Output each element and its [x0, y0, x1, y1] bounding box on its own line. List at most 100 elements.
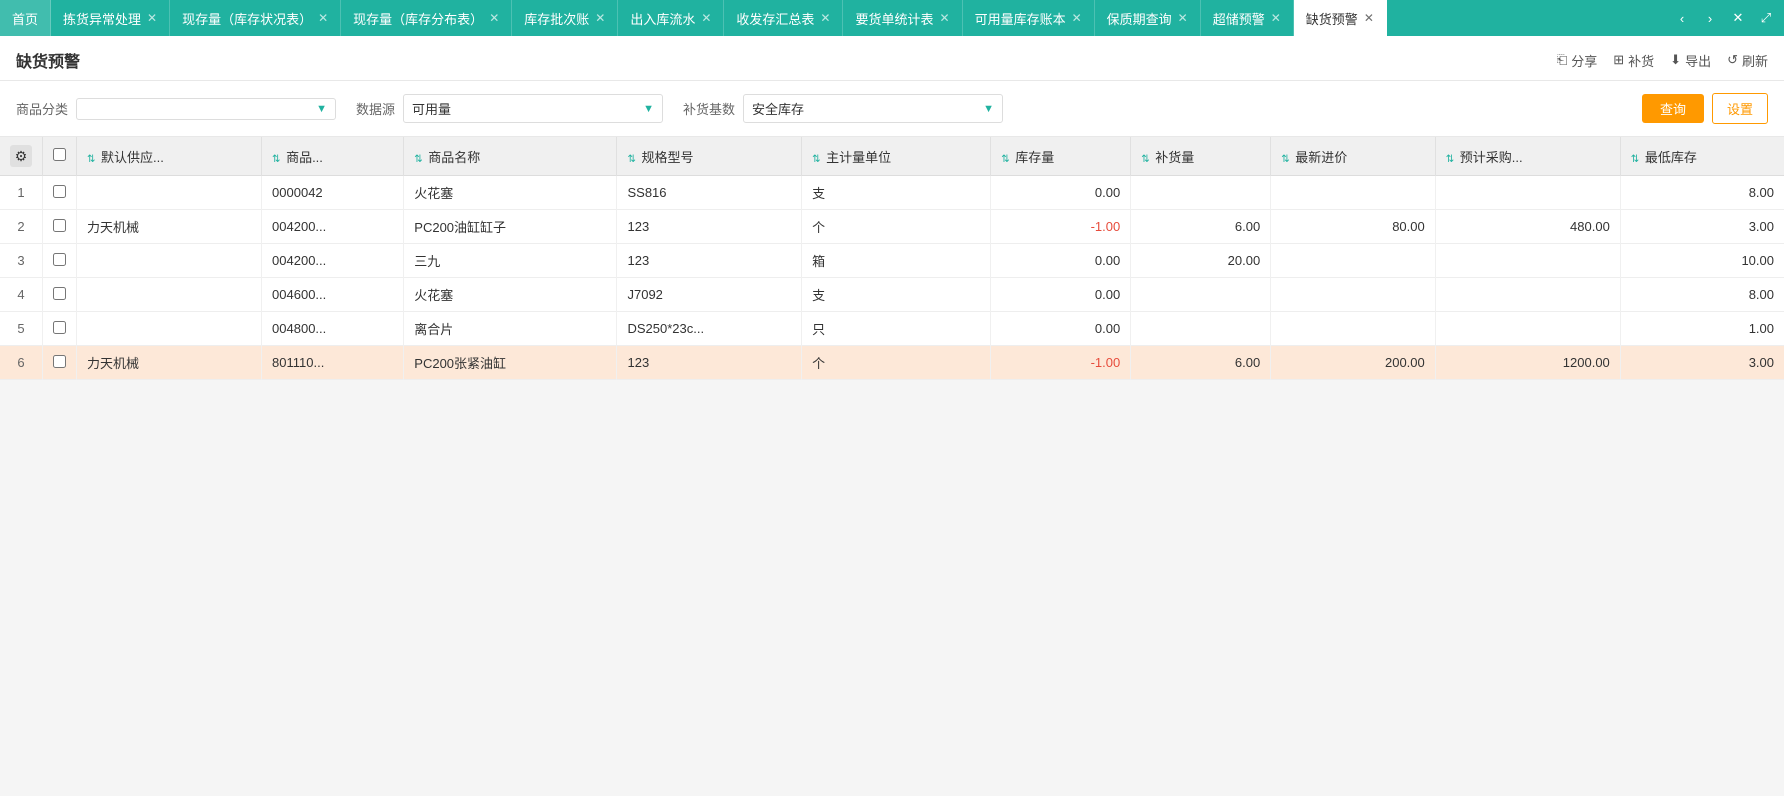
- row-checkbox-cell[interactable]: [43, 278, 77, 312]
- export-button[interactable]: ⬇ 导出: [1670, 51, 1711, 70]
- cell-latest-price: [1271, 244, 1436, 278]
- tab-defect-handling[interactable]: 拣货异常处理 ✕: [51, 0, 170, 36]
- select-all-checkbox[interactable]: [53, 148, 66, 161]
- cell-est-purchase: 480.00: [1435, 210, 1620, 244]
- tab-home[interactable]: 首页: [0, 0, 51, 36]
- row-checkbox-cell[interactable]: [43, 346, 77, 380]
- replenish-base-value: 安全库存: [752, 99, 804, 118]
- row-checkbox[interactable]: [53, 321, 66, 334]
- column-stock-qty[interactable]: ⇅ 库存量: [991, 137, 1131, 176]
- close-icon[interactable]: ✕: [147, 11, 157, 25]
- table-row: 6 力天机械 801110... PC200张紧油缸 123 个 -1.00 6…: [0, 346, 1784, 380]
- cell-stock-qty: 0.00: [991, 244, 1131, 278]
- cell-min-stock: 10.00: [1620, 244, 1784, 278]
- cell-product-name: 离合片: [404, 312, 617, 346]
- cell-latest-price: [1271, 176, 1436, 210]
- cell-spec-model: DS250*23c...: [617, 312, 802, 346]
- close-icon[interactable]: ✕: [595, 11, 605, 25]
- cell-replenish-qty: [1131, 176, 1271, 210]
- row-checkbox-cell[interactable]: [43, 312, 77, 346]
- table-row: 3 004200... 三九 123 箱 0.00 20.00 10.00: [0, 244, 1784, 278]
- sort-icon: ⇅: [414, 154, 422, 165]
- table-header-row: ⚙ ⇅ 默认供应... ⇅ 商品... ⇅ 商品名称: [0, 137, 1784, 176]
- tab-inout-flow[interactable]: 出入库流水 ✕: [618, 0, 724, 36]
- export-icon: ⬇: [1670, 52, 1681, 68]
- tab-expiry-query[interactable]: 保质期查询 ✕: [1095, 0, 1201, 36]
- close-icon[interactable]: ✕: [940, 11, 950, 25]
- row-checkbox[interactable]: [53, 287, 66, 300]
- gear-icon[interactable]: ⚙: [10, 145, 32, 167]
- close-icon[interactable]: ✕: [1364, 11, 1374, 25]
- tab-inventory-dist[interactable]: 现存量（库存分布表） ✕: [341, 0, 512, 36]
- datasource-value: 可用量: [412, 99, 451, 118]
- column-default-supplier[interactable]: ⇅ 默认供应...: [77, 137, 262, 176]
- row-checkbox[interactable]: [53, 219, 66, 232]
- close-icon[interactable]: ✕: [820, 11, 830, 25]
- close-icon[interactable]: ✕: [318, 11, 328, 25]
- sort-icon: ⇅: [812, 154, 820, 165]
- category-select[interactable]: ▼: [76, 98, 336, 120]
- column-settings[interactable]: ⚙: [0, 137, 43, 176]
- tab-next-button[interactable]: ›: [1696, 4, 1724, 32]
- cell-replenish-qty: [1131, 278, 1271, 312]
- tab-batch-account[interactable]: 库存批次账 ✕: [512, 0, 618, 36]
- row-checkbox[interactable]: [53, 355, 66, 368]
- column-est-purchase[interactable]: ⇅ 预计采购...: [1435, 137, 1620, 176]
- tab-inventory-status[interactable]: 现存量（库存状况表） ✕: [170, 0, 341, 36]
- close-icon[interactable]: ✕: [701, 11, 711, 25]
- cell-default-supplier: [77, 278, 262, 312]
- tab-prev-button[interactable]: ‹: [1668, 4, 1696, 32]
- row-number: 1: [0, 176, 43, 210]
- replenish-button[interactable]: ⊞ 补货: [1613, 51, 1654, 70]
- data-table: ⚙ ⇅ 默认供应... ⇅ 商品... ⇅ 商品名称: [0, 137, 1784, 380]
- chevron-down-icon: ▼: [316, 103, 327, 115]
- cell-product-code: 004200...: [262, 244, 404, 278]
- column-product-name[interactable]: ⇅ 商品名称: [404, 137, 617, 176]
- tab-close-button[interactable]: ✕: [1724, 4, 1752, 32]
- column-product-code[interactable]: ⇅ 商品...: [262, 137, 404, 176]
- close-icon[interactable]: ✕: [1072, 11, 1082, 25]
- datasource-select[interactable]: 可用量 ▼: [403, 94, 663, 123]
- tab-expand-button[interactable]: ⤢: [1752, 4, 1780, 32]
- cell-stock-qty: 0.00: [991, 176, 1131, 210]
- tab-recv-send-summary[interactable]: 收发存汇总表 ✕: [724, 0, 843, 36]
- cell-unit: 个: [802, 346, 991, 380]
- share-button[interactable]: ⎗ 分享: [1557, 51, 1597, 70]
- tab-controls: ‹ › ✕ ⤢: [1668, 4, 1784, 32]
- cell-product-code: 0000042: [262, 176, 404, 210]
- column-checkbox[interactable]: [43, 137, 77, 176]
- column-unit[interactable]: ⇅ 主计量单位: [802, 137, 991, 176]
- cell-product-name: 火花塞: [404, 278, 617, 312]
- table-row: 2 力天机械 004200... PC200油缸缸子 123 个 -1.00 6…: [0, 210, 1784, 244]
- sort-icon: ⇅: [1001, 154, 1009, 165]
- row-checkbox-cell[interactable]: [43, 244, 77, 278]
- close-icon[interactable]: ✕: [489, 11, 499, 25]
- row-checkbox[interactable]: [53, 253, 66, 266]
- cell-default-supplier: 力天机械: [77, 346, 262, 380]
- cell-latest-price: [1271, 278, 1436, 312]
- close-icon[interactable]: ✕: [1178, 11, 1188, 25]
- query-button[interactable]: 查询: [1642, 94, 1704, 123]
- close-icon[interactable]: ✕: [1271, 11, 1281, 25]
- refresh-button[interactable]: ↺ 刷新: [1727, 51, 1768, 70]
- row-checkbox-cell[interactable]: [43, 176, 77, 210]
- tab-overstock-warning[interactable]: 超储预警 ✕: [1201, 0, 1294, 36]
- row-checkbox[interactable]: [53, 185, 66, 198]
- cell-replenish-qty: [1131, 312, 1271, 346]
- tab-avail-ledger[interactable]: 可用量库存账本 ✕: [963, 0, 1095, 36]
- cell-default-supplier: [77, 312, 262, 346]
- replenish-base-select[interactable]: 安全库存 ▼: [743, 94, 1003, 123]
- row-checkbox-cell[interactable]: [43, 210, 77, 244]
- tab-shortage-warning[interactable]: 缺货预警 ✕: [1294, 0, 1387, 36]
- column-spec-model[interactable]: ⇅ 规格型号: [617, 137, 802, 176]
- column-replenish-qty[interactable]: ⇅ 补货量: [1131, 137, 1271, 176]
- replenish-base-filter-group: 补货基数 安全库存 ▼: [683, 94, 1003, 123]
- tab-order-stats[interactable]: 要货单统计表 ✕: [843, 0, 962, 36]
- settings-button[interactable]: 设置: [1712, 93, 1768, 124]
- filter-actions: 查询 设置: [1642, 93, 1768, 124]
- cell-est-purchase: [1435, 176, 1620, 210]
- column-min-stock[interactable]: ⇅ 最低库存: [1620, 137, 1784, 176]
- cell-product-code: 801110...: [262, 346, 404, 380]
- column-latest-price[interactable]: ⇅ 最新进价: [1271, 137, 1436, 176]
- sort-icon: ⇅: [272, 154, 280, 165]
